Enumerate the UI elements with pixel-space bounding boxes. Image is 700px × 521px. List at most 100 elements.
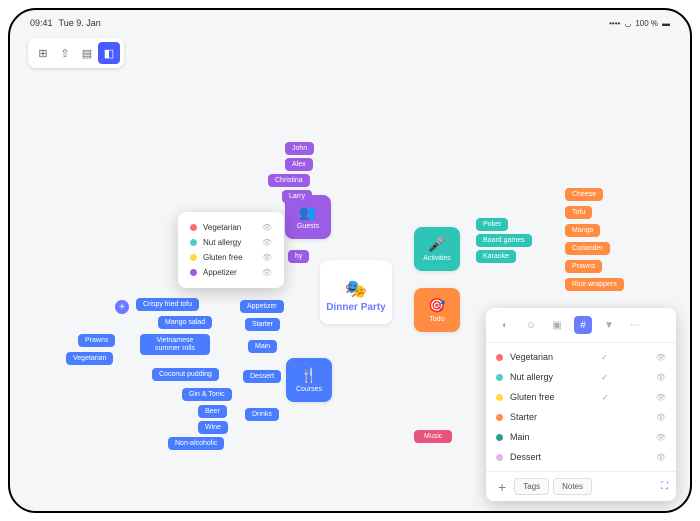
add-node-button[interactable]: + (115, 300, 129, 314)
center-title: Dinner Party (326, 302, 385, 314)
tags-list: Vegetarian✓👁 Nut allergy✓👁 Gluten free✓👁… (486, 343, 676, 471)
todo-label: Todo (429, 316, 444, 323)
dot-icon (496, 374, 503, 381)
eye-icon[interactable]: 👁 (656, 413, 666, 422)
shopping-node[interactable]: Mango (565, 224, 600, 237)
status-time: 09:41 (30, 18, 53, 28)
shopping-node[interactable]: Tofu (565, 206, 592, 219)
panel-footer: + Tags Notes ⛶ (486, 471, 676, 501)
dot-icon (496, 414, 503, 421)
tag-row[interactable]: Dessert👁 (486, 447, 676, 467)
course-node[interactable]: Appetizer (240, 300, 284, 313)
item-node[interactable]: Vietnamese summer rolls (140, 334, 210, 355)
guest-node[interactable]: Alex (285, 158, 313, 171)
hashtag-tab[interactable]: # (574, 316, 592, 334)
dot-icon (190, 224, 197, 231)
guest-node[interactable]: Christina (268, 174, 310, 187)
legend-item[interactable]: Gluten free👁 (186, 250, 276, 265)
activity-node[interactable]: Board games (476, 234, 532, 247)
item-node[interactable]: Wine (198, 421, 228, 434)
item-node[interactable]: Mango salad (158, 316, 212, 329)
eye-icon[interactable]: 👁 (262, 253, 272, 262)
item-node[interactable]: Gin & Tonic (182, 388, 232, 401)
notes-button[interactable]: Notes (553, 478, 592, 495)
guest-node[interactable]: John (285, 142, 314, 155)
course-node[interactable]: Drinks (245, 408, 279, 421)
mindmap-canvas[interactable]: 🎭 Dinner Party 👥 Guests 🍴 Courses 🎤 Acti… (10, 40, 690, 511)
shopping-node[interactable]: Cheese (565, 188, 603, 201)
tag-row[interactable]: Nut allergy✓👁 (486, 367, 676, 387)
item-node[interactable]: Crispy fried tofu (136, 298, 199, 311)
filter-tab[interactable]: ▼ (600, 316, 618, 334)
eye-icon[interactable]: 👁 (656, 453, 666, 462)
device-frame: 09:41 Tue 9. Jan •••• ◡ 100 % ▬ ⊞ ⇧ ▤ ◧ … (8, 8, 692, 513)
item-node[interactable]: Beer (198, 405, 227, 418)
item-node[interactable]: Coconut pudding (152, 368, 219, 381)
tag-row[interactable]: Starter👁 (486, 407, 676, 427)
status-bar: 09:41 Tue 9. Jan •••• ◡ 100 % ▬ (10, 10, 690, 36)
item-node[interactable]: Prawns (78, 334, 115, 347)
target-icon: 🎯 (428, 297, 445, 314)
todo-node[interactable]: 🎯 Todo (414, 288, 460, 332)
shopping-node[interactable]: Coriander (565, 242, 610, 255)
eye-icon[interactable]: 👁 (262, 268, 272, 277)
guest-node[interactable]: Larry (282, 190, 312, 203)
check-icon: ✓ (601, 353, 608, 362)
legend-item[interactable]: Nut allergy👁 (186, 235, 276, 250)
dot-icon (496, 394, 503, 401)
emoji-tab[interactable]: ☺ (522, 316, 540, 334)
guests-label: Guests (297, 223, 319, 230)
eye-icon[interactable]: 👁 (656, 373, 666, 382)
add-tag-button[interactable]: + (494, 479, 510, 495)
activity-node[interactable]: Karaoke (476, 250, 516, 263)
check-icon: ✓ (602, 393, 609, 402)
music-node[interactable]: Music (414, 430, 452, 443)
center-node[interactable]: 🎭 Dinner Party (320, 260, 392, 324)
item-node[interactable]: Vegetarian (66, 352, 113, 365)
dot-icon (496, 354, 503, 361)
panel-tabbar: ◐ ☺ ▣ # ▼ ⋯ (486, 308, 676, 343)
tags-panel: ◐ ☺ ▣ # ▼ ⋯ Vegetarian✓👁 Nut allergy✓👁 G… (486, 308, 676, 501)
activities-label: Activities (423, 255, 451, 262)
battery-icon: ▬ (662, 19, 670, 28)
music-label: Music (424, 433, 442, 440)
check-icon: ✓ (601, 373, 608, 382)
signal-icon: •••• (609, 19, 620, 28)
dot-icon (190, 254, 197, 261)
item-node[interactable]: Non-alcoholic (168, 437, 224, 450)
shopping-node[interactable]: Prawns (565, 260, 602, 273)
legend-item[interactable]: Vegetarian👁 (186, 220, 276, 235)
people-icon: 👥 (299, 204, 316, 221)
mask-icon: 🎭 (345, 279, 367, 300)
battery-label: 100 % (635, 19, 658, 28)
mic-icon: 🎤 (428, 236, 445, 253)
shopping-node[interactable]: Rice wrappers (565, 278, 624, 291)
legend-popup: Vegetarian👁 Nut allergy👁 Gluten free👁 Ap… (178, 212, 284, 288)
tag-row[interactable]: Main👁 (486, 427, 676, 447)
course-node[interactable]: Dessert (243, 370, 281, 383)
image-tab[interactable]: ▣ (548, 316, 566, 334)
expand-icon[interactable]: ⛶ (661, 481, 668, 492)
tag-row[interactable]: Vegetarian✓👁 (486, 347, 676, 367)
dot-icon (496, 434, 503, 441)
eye-icon[interactable]: 👁 (656, 433, 666, 442)
status-date: Tue 9. Jan (59, 18, 101, 28)
guest-node[interactable]: hy (288, 250, 309, 263)
more-tab[interactable]: ⋯ (626, 316, 644, 334)
eye-icon[interactable]: 👁 (656, 393, 666, 402)
courses-node[interactable]: 🍴 Courses (286, 358, 332, 402)
legend-item[interactable]: Appetizer👁 (186, 265, 276, 280)
utensils-icon: 🍴 (300, 367, 317, 384)
tag-row[interactable]: Gluten free✓👁 (486, 387, 676, 407)
eye-icon[interactable]: 👁 (656, 353, 666, 362)
dot-icon (190, 239, 197, 246)
courses-label: Courses (296, 386, 322, 393)
activities-node[interactable]: 🎤 Activities (414, 227, 460, 271)
course-node[interactable]: Main (248, 340, 277, 353)
course-node[interactable]: Starter (245, 318, 280, 331)
activity-node[interactable]: Poker (476, 218, 508, 231)
tags-button[interactable]: Tags (514, 478, 549, 495)
palette-tab[interactable]: ◐ (496, 316, 514, 334)
eye-icon[interactable]: 👁 (262, 238, 272, 247)
eye-icon[interactable]: 👁 (262, 223, 272, 232)
